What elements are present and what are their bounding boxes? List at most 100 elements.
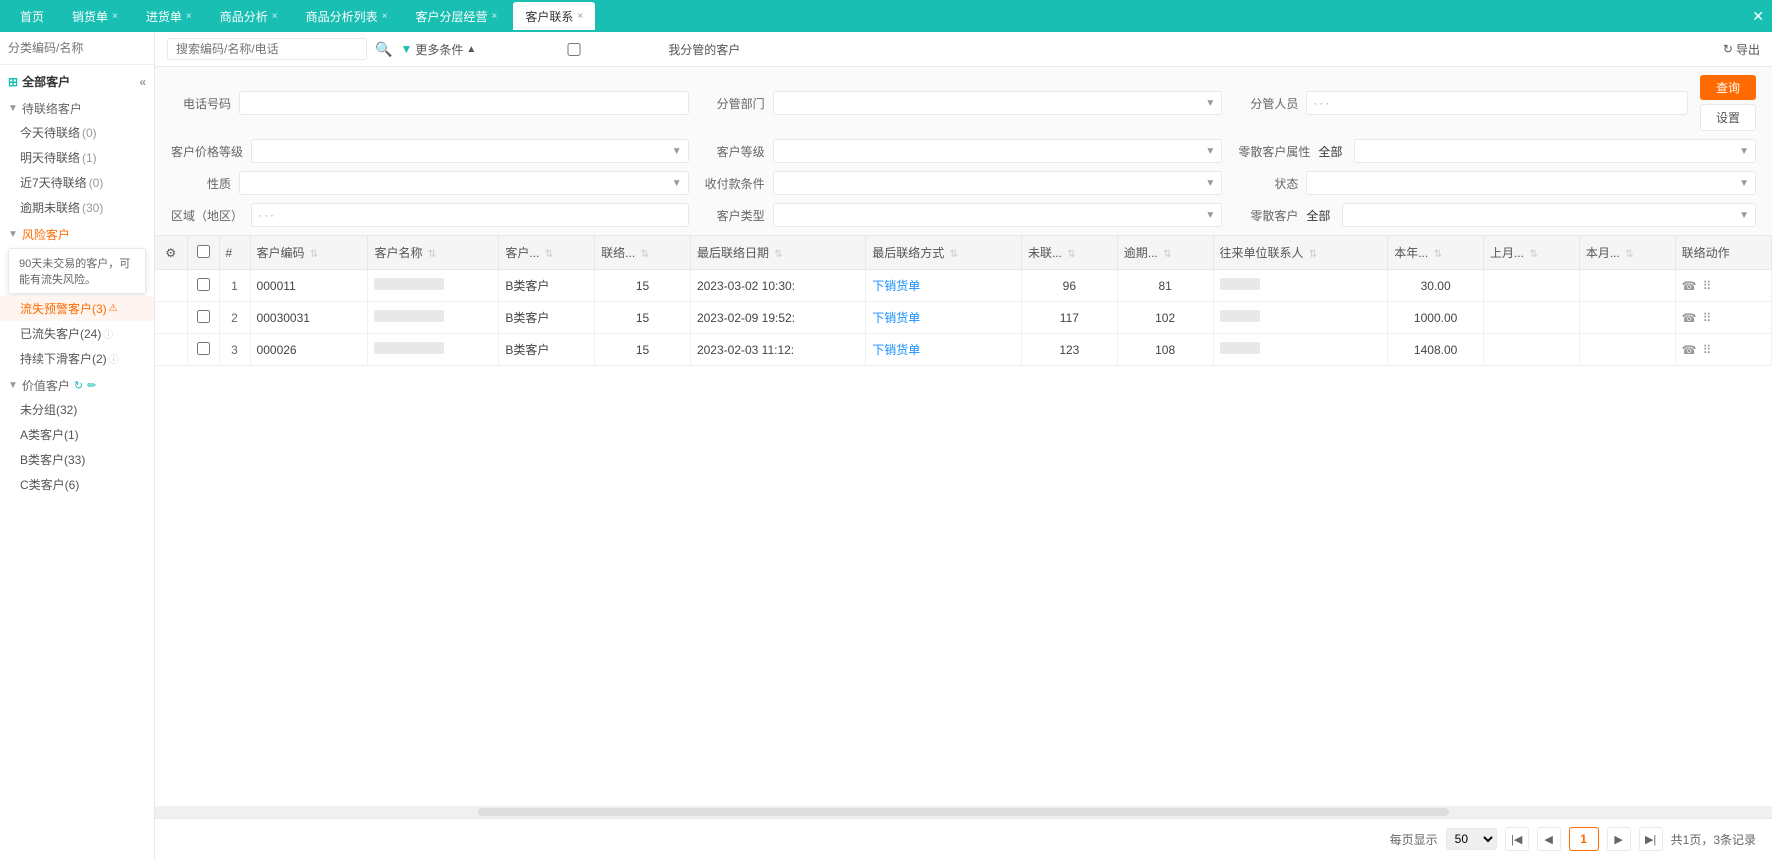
manager-input[interactable]: ···: [1306, 91, 1688, 115]
sidebar-item-churned[interactable]: 已流失客户(24) ⓘ: [0, 321, 154, 346]
search-icon[interactable]: 🔍: [375, 41, 392, 58]
filter-row-zero-attr: 零散客户属性 全部 ▼: [1238, 139, 1756, 163]
gender-input[interactable]: ▼: [239, 171, 689, 195]
payment-input[interactable]: ▼: [773, 171, 1223, 195]
export-button[interactable]: ↻ 导出: [1723, 41, 1760, 58]
filter-row-manager: 分管人员 ··· 查询 设置: [1238, 75, 1756, 131]
collapse-icon[interactable]: «: [139, 75, 146, 89]
table-row: 1 000011 B类客户 15 2023-03-02 10:30: 下销货单 …: [155, 270, 1772, 302]
sidebar-group-risk[interactable]: ▼ 风险客户: [0, 220, 154, 246]
refresh-icon[interactable]: ↻: [74, 379, 83, 392]
customer-level-input[interactable]: ▼: [773, 139, 1223, 163]
status-input[interactable]: ▼: [1306, 171, 1756, 195]
sidebar-group-pending-label: 待联络客户: [22, 100, 82, 117]
sidebar-item-class-c[interactable]: C类客户(6): [0, 472, 154, 497]
price-level-input[interactable]: ▼: [251, 139, 689, 163]
my-customers-checkbox[interactable]: 我分管的客户: [484, 41, 740, 58]
td-checkbox-0[interactable]: [187, 270, 219, 302]
dropdown-arrow-zero-c: ▼: [1739, 210, 1749, 221]
nav-tab-4[interactable]: 客户分层经营 ×: [403, 2, 509, 30]
action-more-icon-1[interactable]: ⠿: [1703, 311, 1712, 325]
nav-tab-5[interactable]: 客户联系 ×: [513, 2, 595, 30]
sidebar-item-churn-warn[interactable]: 流失预警客户(3) ⚠: [0, 296, 154, 321]
td-num-0: 1: [219, 270, 250, 302]
sidebar-item-tomorrow[interactable]: 明天待联络(1): [0, 145, 154, 170]
action-contact-icon-1[interactable]: ☎: [1682, 311, 1697, 325]
th-last-month: 上月... ⇅: [1484, 236, 1580, 270]
th-action: 联络动作: [1675, 236, 1771, 270]
action-more-icon-0[interactable]: ⠿: [1703, 279, 1712, 293]
th-checkbox[interactable]: [187, 236, 219, 270]
filter-row-phone: 电话号码: [171, 75, 689, 131]
th-code: 客户编码 ⇅: [250, 236, 368, 270]
td-action-2[interactable]: ☎ ⠿: [1675, 334, 1771, 366]
page-last-button[interactable]: ▶|: [1639, 827, 1663, 851]
sidebar-group-pending[interactable]: ▼ 待联络客户: [0, 94, 154, 120]
close-icon-5[interactable]: ×: [577, 11, 583, 22]
query-button[interactable]: 查询: [1700, 75, 1756, 100]
setting-button[interactable]: 设置: [1700, 104, 1756, 131]
window-close-button[interactable]: ✕: [1752, 8, 1764, 25]
dept-label: 分管部门: [705, 95, 765, 112]
page-prev-button[interactable]: ◀: [1537, 827, 1561, 851]
td-action-0[interactable]: ☎ ⠿: [1675, 270, 1771, 302]
close-icon-0[interactable]: ×: [112, 11, 118, 22]
td-method-2[interactable]: 下销货单: [866, 334, 1022, 366]
nav-tab-1[interactable]: 进货单 ×: [134, 2, 204, 30]
nav-tab-3[interactable]: 商品分析列表 ×: [294, 2, 400, 30]
action-contact-icon-2[interactable]: ☎: [1682, 343, 1697, 357]
sidebar-item-class-b[interactable]: B类客户(33): [0, 447, 154, 472]
select-all-checkbox[interactable]: [197, 245, 210, 258]
sidebar-group-value[interactable]: ▼ 价值客户 ↻ ✏: [0, 371, 154, 397]
td-last-month-1: [1484, 302, 1580, 334]
td-checkbox-2[interactable]: [187, 334, 219, 366]
action-more-icon-2[interactable]: ⠿: [1703, 343, 1712, 357]
td-method-1[interactable]: 下销货单: [866, 302, 1022, 334]
table-header-row: ⚙ # 客户编码 ⇅ 客户名称 ⇅ 客户... ⇅ 联络... ⇅ 最后联络日期…: [155, 236, 1772, 270]
th-settings[interactable]: ⚙: [155, 236, 187, 270]
page-first-button[interactable]: |◀: [1505, 827, 1529, 851]
more-conditions-button[interactable]: ▼ 更多条件 ▲: [400, 41, 476, 58]
info-icon: ⓘ: [103, 326, 113, 341]
nav-tab-home[interactable]: 首页: [8, 2, 56, 30]
region-input[interactable]: ···: [251, 203, 689, 227]
td-type-2: B类客户: [499, 334, 595, 366]
sidebar-item-today[interactable]: 今天待联络(0): [0, 120, 154, 145]
page-next-button[interactable]: ▶: [1607, 827, 1631, 851]
td-action-1[interactable]: ☎ ⠿: [1675, 302, 1771, 334]
close-icon-4[interactable]: ×: [491, 11, 497, 22]
phone-input[interactable]: [239, 91, 689, 115]
dropdown-arrow-dept: ▼: [1205, 98, 1215, 109]
per-page-select[interactable]: 50 100 200: [1446, 828, 1497, 850]
td-checkbox-1[interactable]: [187, 302, 219, 334]
zero-attr-input[interactable]: ▼: [1354, 139, 1756, 163]
horizontal-scrollbar[interactable]: [155, 806, 1772, 818]
close-icon-2[interactable]: ×: [272, 11, 278, 22]
sidebar-item-overdue[interactable]: 逾期未联络(30): [0, 195, 154, 220]
edit-icon[interactable]: ✏: [87, 379, 96, 392]
nav-tab-2[interactable]: 商品分析 ×: [208, 2, 290, 30]
sidebar-item-ungrouped[interactable]: 未分组(32): [0, 397, 154, 422]
action-contact-icon-0[interactable]: ☎: [1682, 279, 1697, 293]
td-contact-0: 15: [595, 270, 691, 302]
sidebar-item-7days[interactable]: 近7天待联络(0): [0, 170, 154, 195]
sidebar-search-input[interactable]: [8, 41, 155, 55]
zero-customer-label: 零散客户: [1238, 207, 1298, 224]
th-name: 客户名称 ⇅: [368, 236, 499, 270]
close-icon-1[interactable]: ×: [186, 11, 192, 22]
td-type-0: B类客户: [499, 270, 595, 302]
td-unit-contact-2: [1213, 334, 1388, 366]
filter-bar: 🔍 ▼ 更多条件 ▲ 我分管的客户 ↻ 导出: [155, 32, 1772, 67]
td-method-0[interactable]: 下销货单: [866, 270, 1022, 302]
nav-tab-0[interactable]: 销货单 ×: [60, 2, 130, 30]
sidebar-item-class-a[interactable]: A类客户(1): [0, 422, 154, 447]
close-icon-3[interactable]: ×: [382, 11, 388, 22]
page-current[interactable]: 1: [1569, 827, 1599, 851]
sidebar-item-declining[interactable]: 持续下滑客户(2) ⓘ: [0, 346, 154, 371]
customer-type-input[interactable]: ▼: [773, 203, 1223, 227]
th-last-method: 最后联络方式 ⇅: [866, 236, 1022, 270]
search-input[interactable]: [167, 38, 367, 60]
th-unit-contact: 往来单位联系人 ⇅: [1213, 236, 1388, 270]
zero-customer-input[interactable]: ▼: [1342, 203, 1756, 227]
dept-input[interactable]: ▼: [773, 91, 1223, 115]
